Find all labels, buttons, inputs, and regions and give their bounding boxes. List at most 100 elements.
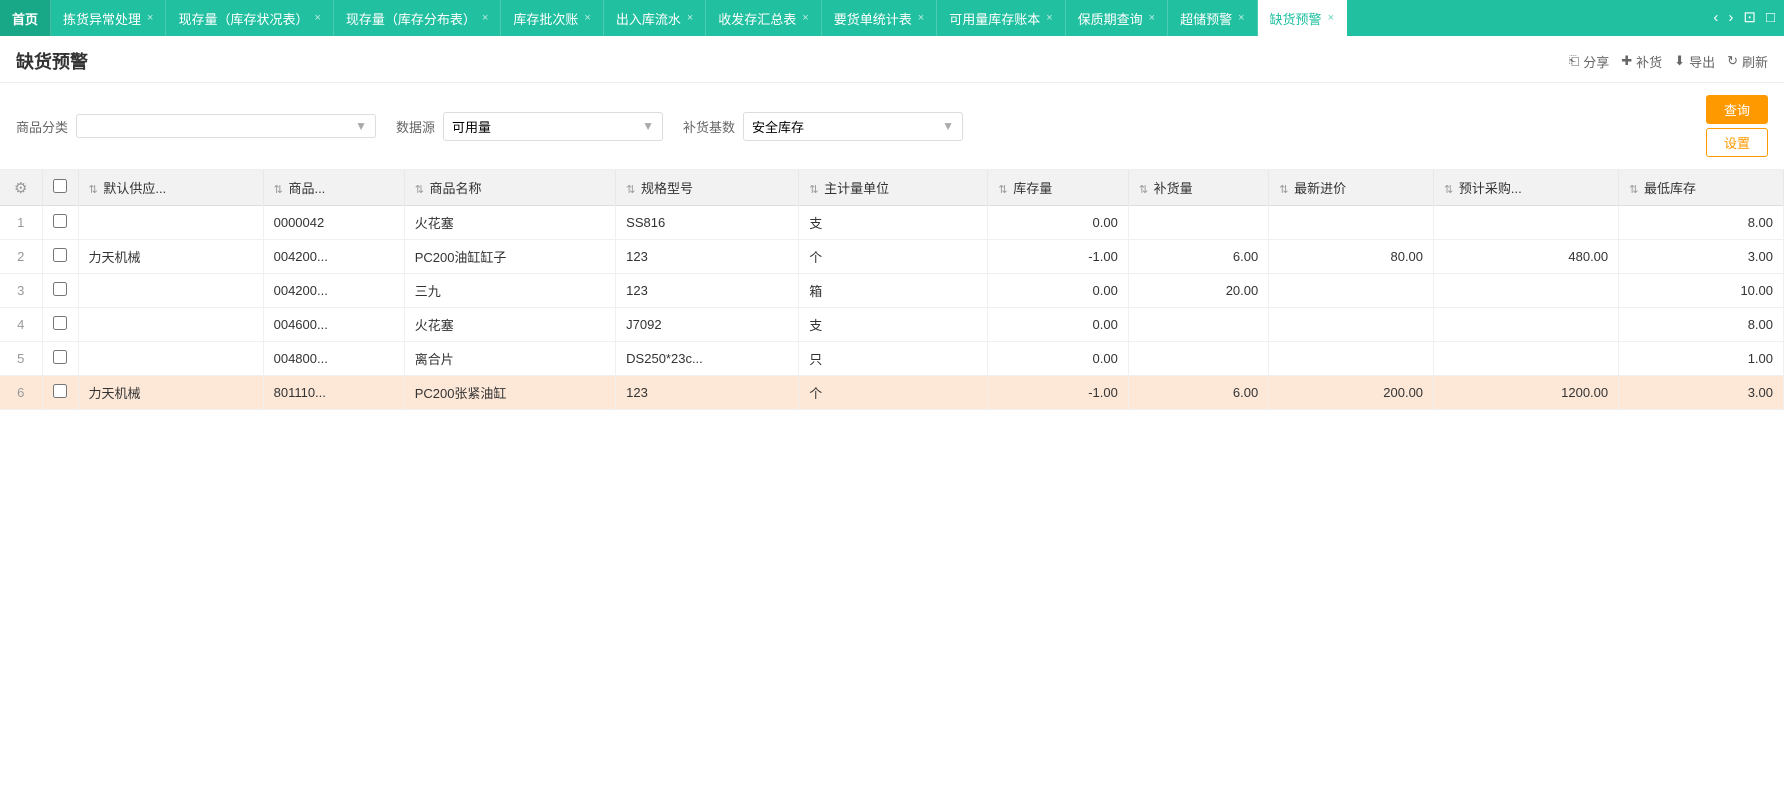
row-checkbox-5[interactable] <box>53 384 67 398</box>
td-row-num-0: 1 <box>0 206 42 240</box>
td-check-5[interactable] <box>42 376 78 410</box>
td-check-1[interactable] <box>42 240 78 274</box>
settings-button[interactable]: 设置 <box>1706 128 1768 157</box>
filter-actions: 查询 设置 <box>1706 95 1768 157</box>
td-row-num-4: 5 <box>0 342 42 376</box>
close-icon-8[interactable]: × <box>1046 12 1052 24</box>
nav-tab-10[interactable]: 超储预警 × <box>1168 0 1257 36</box>
td-supplier-2 <box>78 274 263 308</box>
td-code-3: 004600... <box>263 308 404 342</box>
close-icon-3[interactable]: × <box>482 12 488 24</box>
row-checkbox-3[interactable] <box>53 316 67 330</box>
nav-tab-home[interactable]: 首页 <box>0 0 51 36</box>
td-check-2[interactable] <box>42 274 78 308</box>
td-code-4: 004800... <box>263 342 404 376</box>
nav-bar: 首页 拣货异常处理 × 现存量（库存状况表） × 现存量（库存分布表） × 库存… <box>0 0 1784 36</box>
td-stock-0: 0.00 <box>988 206 1128 240</box>
nav-tab-7[interactable]: 要货单统计表 × <box>822 0 937 36</box>
category-select[interactable]: ▼ <box>76 114 376 138</box>
nav-tab-2[interactable]: 现存量（库存状况表） × <box>166 0 333 36</box>
tab-label-3: 现存量（库存分布表） <box>346 9 476 28</box>
nav-maximize-button[interactable]: □ <box>1761 0 1780 36</box>
row-checkbox-1[interactable] <box>53 248 67 262</box>
share-icon: ⎗ <box>1569 53 1579 69</box>
nav-tab-4[interactable]: 库存批次账 × <box>501 0 603 36</box>
td-latest-price-2 <box>1269 274 1434 308</box>
th-supplier: ⇅ 默认供应... <box>78 170 263 206</box>
share-button[interactable]: ⎗ 分享 <box>1569 52 1609 71</box>
td-stock-3: 0.00 <box>988 308 1128 342</box>
nav-next-button[interactable]: › <box>1723 0 1738 36</box>
td-check-3[interactable] <box>42 308 78 342</box>
td-unit-5: 个 <box>799 376 988 410</box>
td-supplier-3 <box>78 308 263 342</box>
nav-tab-6[interactable]: 收发存汇总表 × <box>706 0 821 36</box>
close-icon-10[interactable]: × <box>1238 12 1244 24</box>
th-latest-price-label: 最新进价 <box>1294 181 1346 196</box>
th-unit: ⇅ 主计量单位 <box>799 170 988 206</box>
td-check-0[interactable] <box>42 206 78 240</box>
page-header: 缺货预警 ⎗ 分享 ✚ 补货 ⬇ 导出 ↻ 刷新 <box>0 36 1784 83</box>
close-icon-11[interactable]: × <box>1328 12 1334 24</box>
td-supplier-1: 力天机械 <box>78 240 263 274</box>
td-min-stock-1: 3.00 <box>1619 240 1784 274</box>
td-latest-price-3 <box>1269 308 1434 342</box>
refresh-label: 刷新 <box>1742 52 1768 71</box>
th-spec-label: 规格型号 <box>641 181 693 196</box>
sort-icon-replenish: ⇅ <box>1139 184 1148 196</box>
td-spec-5: 123 <box>616 376 799 410</box>
td-code-0: 0000042 <box>263 206 404 240</box>
nav-tab-3[interactable]: 现存量（库存分布表） × <box>334 0 501 36</box>
nav-tab-11[interactable]: 缺货预警 × <box>1258 0 1347 36</box>
td-name-5: PC200张紧油缸 <box>404 376 615 410</box>
close-icon-7[interactable]: × <box>918 12 924 24</box>
nav-tab-5[interactable]: 出入库流水 × <box>604 0 706 36</box>
sort-icon-spec: ⇅ <box>626 184 635 196</box>
replenish-button[interactable]: ✚ 补货 <box>1621 52 1662 71</box>
replenish-value: 安全库存 <box>752 117 804 136</box>
close-icon-4[interactable]: × <box>584 12 590 24</box>
th-unit-label: 主计量单位 <box>824 181 889 196</box>
nav-restore-button[interactable]: ⊡ <box>1738 0 1761 36</box>
filter-bar: 商品分类 ▼ 数据源 可用量 ▼ 补货基数 安全库存 ▼ 查询 设置 <box>0 83 1784 170</box>
td-latest-price-1: 80.00 <box>1269 240 1434 274</box>
nav-tab-9[interactable]: 保质期查询 × <box>1066 0 1168 36</box>
td-est-purchase-2 <box>1434 274 1619 308</box>
gear-icon[interactable]: ⚙ <box>14 180 27 197</box>
close-icon-1[interactable]: × <box>147 12 153 24</box>
close-icon-6[interactable]: × <box>802 12 808 24</box>
close-icon-9[interactable]: × <box>1149 12 1155 24</box>
replenish-select[interactable]: 安全库存 ▼ <box>743 112 963 141</box>
nav-tab-8[interactable]: 可用量库存账本 × <box>937 0 1065 36</box>
td-spec-3: J7092 <box>616 308 799 342</box>
close-icon-2[interactable]: × <box>314 12 320 24</box>
td-latest-price-5: 200.00 <box>1269 376 1434 410</box>
th-spec: ⇅ 规格型号 <box>616 170 799 206</box>
row-checkbox-0[interactable] <box>53 214 67 228</box>
tab-label-2: 现存量（库存状况表） <box>178 9 308 28</box>
nav-tab-1[interactable]: 拣货异常处理 × <box>51 0 166 36</box>
export-label: 导出 <box>1689 52 1715 71</box>
td-check-4[interactable] <box>42 342 78 376</box>
datasource-select[interactable]: 可用量 ▼ <box>443 112 663 141</box>
td-est-purchase-3 <box>1434 308 1619 342</box>
table-row: 4 004600... 火花塞 J7092 支 0.00 8.00 <box>0 308 1784 342</box>
category-filter-group: 商品分类 ▼ <box>16 114 376 138</box>
nav-prev-button[interactable]: ‹ <box>1708 0 1723 36</box>
close-icon-5[interactable]: × <box>687 12 693 24</box>
sort-icon-min-stock: ⇅ <box>1629 184 1638 196</box>
export-button[interactable]: ⬇ 导出 <box>1674 52 1715 71</box>
tab-label-8: 可用量库存账本 <box>949 9 1040 28</box>
datasource-arrow-icon: ▼ <box>642 119 654 133</box>
tab-label-10: 超储预警 <box>1180 9 1232 28</box>
td-code-1: 004200... <box>263 240 404 274</box>
th-stock: ⇅ 库存量 <box>988 170 1128 206</box>
row-checkbox-4[interactable] <box>53 350 67 364</box>
row-checkbox-2[interactable] <box>53 282 67 296</box>
select-all-checkbox[interactable] <box>53 179 67 193</box>
table-header-row: ⚙ ⇅ 默认供应... ⇅ 商品... ⇅ 商品名称 <box>0 170 1784 206</box>
query-button[interactable]: 查询 <box>1706 95 1768 124</box>
refresh-button[interactable]: ↻ 刷新 <box>1727 52 1768 71</box>
tab-label-11: 缺货预警 <box>1270 9 1322 28</box>
sort-icon-latest-price: ⇅ <box>1279 184 1288 196</box>
